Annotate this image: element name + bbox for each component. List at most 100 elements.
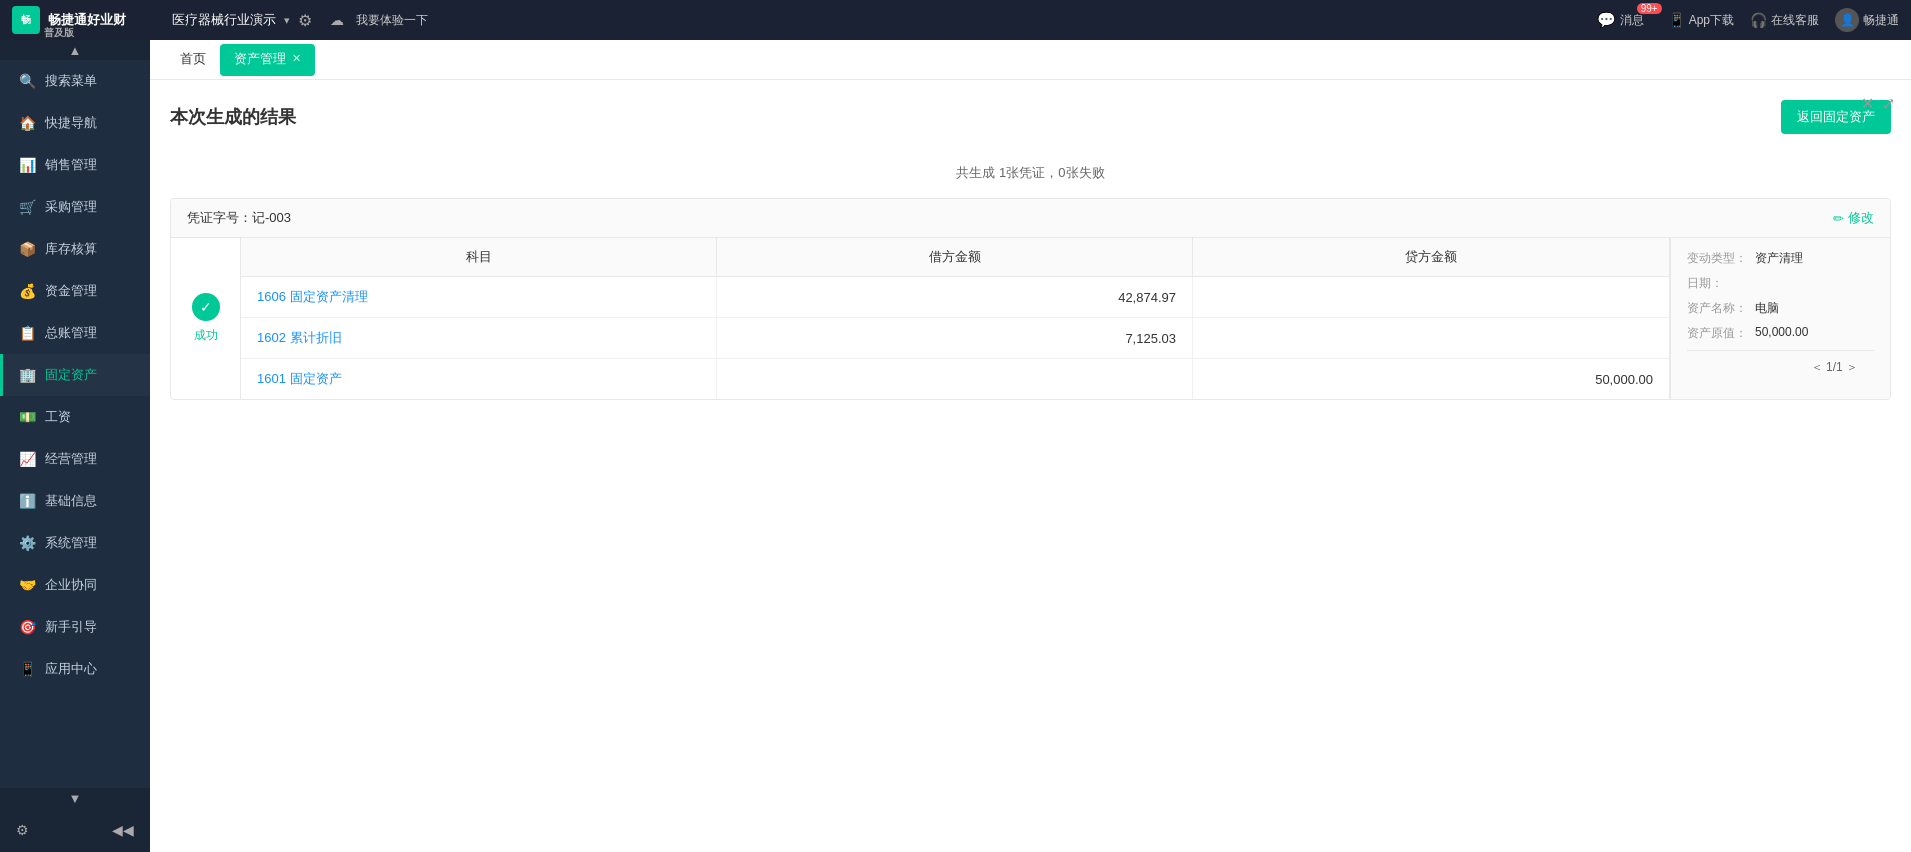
change-type-value: 资产清理 [1755,250,1803,267]
headset-icon: 🎧 [1750,12,1767,28]
pagination-label: 1/1 [1826,360,1846,374]
user-profile-button[interactable]: 👤 畅捷通 [1835,8,1899,32]
building-icon: 🏢 [19,367,35,383]
sidebar-item-sales[interactable]: 📊 销售管理 [0,144,150,186]
table-row: 1601 固定资产 50,000.00 [241,359,1669,399]
online-service-button[interactable]: 🎧 在线客服 [1750,12,1819,29]
sidebar-item-enterprise[interactable]: 🤝 企业协同 [0,564,150,606]
sidebar-item-guide[interactable]: 🎯 新手引导 [0,606,150,648]
tab-home-label: 首页 [180,50,206,68]
change-type-label: 变动类型： [1687,250,1747,267]
panel-controls: ✕ ⤢ [1861,94,1895,113]
original-value-value: 50,000.00 [1755,325,1808,342]
sidebar-item-search[interactable]: 🔍 搜索菜单 [0,60,150,102]
panel-close-icon[interactable]: ✕ [1861,94,1874,113]
system-icon: ⚙️ [19,535,35,551]
enterprise-icon: 🤝 [19,577,35,593]
voucher-section: 凭证字号：记-003 ✏ 修改 ✓ 成功 [170,198,1891,400]
sidebar-bottom: ⚙ ◀◀ [0,808,150,852]
home-icon: 🏠 [19,115,35,131]
page-title: 本次生成的结果 [170,105,296,129]
original-value-label: 资产原值： [1687,325,1747,342]
subject-cell-2[interactable]: 1602 累计折旧 [241,318,717,358]
edit-button[interactable]: ✏ 修改 [1833,209,1874,227]
success-circle-icon: ✓ [192,293,220,321]
sidebar-collapse-icon[interactable]: ◀◀ [112,822,134,838]
sidebar-item-label: 企业协同 [45,576,97,594]
experience-button[interactable]: 我要体验一下 [348,10,436,31]
sidebar-item-label: 采购管理 [45,198,97,216]
sidebar-item-basic-info[interactable]: ℹ️ 基础信息 [0,480,150,522]
app-download-button[interactable]: 📱 App下载 [1668,12,1734,29]
sidebar-item-inventory[interactable]: 📦 库存核算 [0,228,150,270]
panel-expand-icon[interactable]: ⤢ [1882,94,1895,113]
debit-cell-3 [717,359,1193,399]
top-center-area: 医疗器械行业演示 ▾ ⚙ ☁ 我要体验一下 [162,10,1597,31]
app-version: 普及版 [44,26,74,40]
voucher-table: 科目 借方金额 贷方金额 1606 固定资产清理 42,874.97 16 [241,238,1670,399]
sidebar-item-purchase[interactable]: 🛒 采购管理 [0,186,150,228]
asset-name-value: 电脑 [1755,300,1779,317]
subject-cell-1[interactable]: 1606 固定资产清理 [241,277,717,317]
finance-icon: 💰 [19,283,35,299]
table-header: 科目 借方金额 贷方金额 [241,238,1669,277]
table-row: 1606 固定资产清理 42,874.97 [241,277,1669,318]
next-page-icon[interactable]: ＞ [1846,360,1858,374]
sidebar-item-label: 经营管理 [45,450,97,468]
page-content: ✕ ⤢ 本次生成的结果 返回固定资产 共生成 1张凭证，0张失败 凭证字号：记-… [150,80,1911,852]
tab-asset-management[interactable]: 资产管理 ✕ [220,44,315,76]
info-icon: ℹ️ [19,493,35,509]
app-download-label: App下载 [1689,12,1734,29]
experience-area: ☁ 我要体验一下 [330,10,436,31]
info-panel: 变动类型： 资产清理 日期： 资产名称： 电脑 资产原值： [1670,238,1890,399]
payroll-icon: 💵 [19,409,35,425]
sidebar-item-payroll[interactable]: 💵 工资 [0,396,150,438]
sidebar-item-system[interactable]: ⚙️ 系统管理 [0,522,150,564]
tab-close-icon[interactable]: ✕ [292,52,301,65]
sidebar-scroll-up[interactable]: ▲ [0,40,150,60]
success-status-label: 成功 [194,327,218,344]
company-dropdown-icon[interactable]: ▾ [284,14,290,27]
search-icon: 🔍 [19,73,35,89]
operations-icon: 📈 [19,451,35,467]
sales-icon: 📊 [19,157,35,173]
company-name: 医疗器械行业演示 [172,11,276,29]
sidebar-settings-icon[interactable]: ⚙ [16,822,29,838]
info-row-date: 日期： [1687,275,1874,292]
credit-cell-2 [1193,318,1669,358]
debit-cell-2: 7,125.03 [717,318,1193,358]
sidebar-item-label: 系统管理 [45,534,97,552]
sidebar-item-apps[interactable]: 📱 应用中心 [0,648,150,690]
app-logo-icon: 畅 [12,6,40,34]
sidebar-item-operations[interactable]: 📈 经营管理 [0,438,150,480]
inventory-icon: 📦 [19,241,35,257]
online-service-label: 在线客服 [1771,12,1819,29]
sidebar-item-label: 工资 [45,408,71,426]
cloud-icon: ☁ [330,12,344,28]
sidebar-scroll-down[interactable]: ▼ [0,788,150,808]
col-credit: 贷方金额 [1193,238,1669,276]
sidebar-item-fixed-assets[interactable]: 🏢 固定资产 [0,354,150,396]
content-area: 首页 资产管理 ✕ ✕ ⤢ 本次生成的结果 返回固定资产 共生成 1张凭证，0张… [150,40,1911,852]
credit-cell-3: 50,000.00 [1193,359,1669,399]
sidebar-item-ledger[interactable]: 📋 总账管理 [0,312,150,354]
messages-button[interactable]: 💬 消息 99+ [1597,11,1652,29]
apps-icon: 📱 [19,661,35,677]
sidebar-menu: 🔍 搜索菜单 🏠 快捷导航 📊 销售管理 🛒 采购管理 📦 库存核算 💰 [0,60,150,788]
phone-icon: 📱 [1668,12,1685,28]
messages-label: 消息 [1620,12,1644,29]
success-indicator: ✓ 成功 [171,238,241,399]
subject-cell-3[interactable]: 1601 固定资产 [241,359,717,399]
tab-home[interactable]: 首页 [166,40,220,80]
person-icon: 👤 [1840,13,1855,27]
prev-page-icon[interactable]: ＜ [1811,360,1823,374]
sidebar-item-finance[interactable]: 💰 资金管理 [0,270,150,312]
app-logo-area: 畅 畅捷通好业财 普及版 [12,6,162,34]
info-row-change-type: 变动类型： 资产清理 [1687,250,1874,267]
sidebar-item-label: 销售管理 [45,156,97,174]
settings-icon[interactable]: ⚙ [298,11,312,30]
sidebar-item-quick-nav[interactable]: 🏠 快捷导航 [0,102,150,144]
col-subject: 科目 [241,238,717,276]
sidebar-item-label: 固定资产 [45,366,97,384]
tab-bar: 首页 资产管理 ✕ [150,40,1911,80]
